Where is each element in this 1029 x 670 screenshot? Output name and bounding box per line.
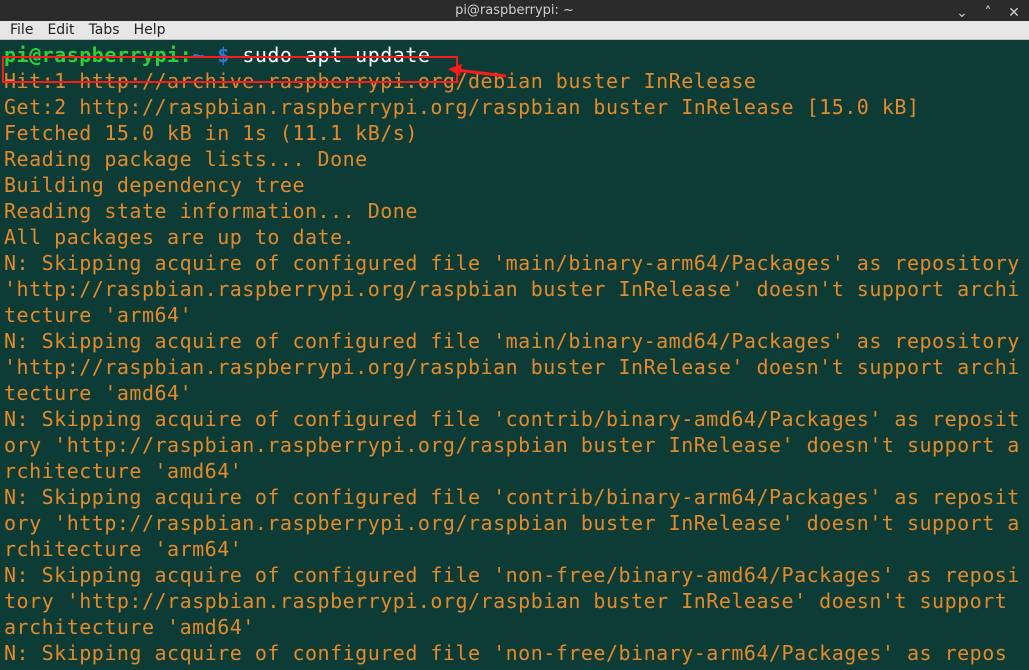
- window-title: pi@raspberrypi: ~: [455, 3, 574, 18]
- minimize-icon[interactable]: ⌄: [953, 4, 971, 22]
- prompt-separator: :: [180, 43, 193, 67]
- output-line: N: Skipping acquire of configured file '…: [4, 641, 1007, 665]
- menu-help[interactable]: Help: [134, 22, 166, 38]
- terminal-area[interactable]: pi@raspberrypi:~ $ sudo apt update Hit:1…: [0, 40, 1029, 670]
- output-line: N: Skipping acquire of configured file '…: [4, 251, 1029, 327]
- output-line: Hit:1 http://archive.raspberrypi.org/deb…: [4, 69, 756, 93]
- menu-edit[interactable]: Edit: [47, 22, 74, 38]
- close-icon[interactable]: ✕: [1005, 4, 1023, 22]
- command-input[interactable]: sudo apt update: [242, 43, 430, 67]
- output-line: Building dependency tree: [4, 173, 305, 197]
- menu-tabs[interactable]: Tabs: [89, 22, 120, 38]
- prompt-user: pi@raspberrypi: [4, 43, 180, 67]
- output-line: Get:2 http://raspbian.raspberrypi.org/ra…: [4, 95, 920, 119]
- output-line: N: Skipping acquire of configured file '…: [4, 485, 1020, 561]
- output-line: Reading package lists... Done: [4, 147, 368, 171]
- window-controls: ⌄ ˄ ✕: [953, 4, 1023, 22]
- output-line: All packages are up to date.: [4, 225, 355, 249]
- menu-file[interactable]: File: [10, 22, 33, 38]
- menubar: File Edit Tabs Help: [0, 21, 1029, 40]
- terminal-window: pi@raspberrypi: ~ ⌄ ˄ ✕ File Edit Tabs H…: [0, 0, 1029, 670]
- output-line: N: Skipping acquire of configured file '…: [4, 563, 1020, 639]
- prompt-dollar: $: [217, 43, 242, 67]
- titlebar[interactable]: pi@raspberrypi: ~ ⌄ ˄ ✕: [0, 0, 1029, 21]
- output-line: Reading state information... Done: [4, 199, 418, 223]
- output-line: N: Skipping acquire of configured file '…: [4, 407, 1020, 483]
- output-line: Fetched 15.0 kB in 1s (11.1 kB/s): [4, 121, 418, 145]
- prompt-path: ~: [192, 43, 217, 67]
- output-line: N: Skipping acquire of configured file '…: [4, 329, 1029, 405]
- maximize-icon[interactable]: ˄: [979, 4, 997, 22]
